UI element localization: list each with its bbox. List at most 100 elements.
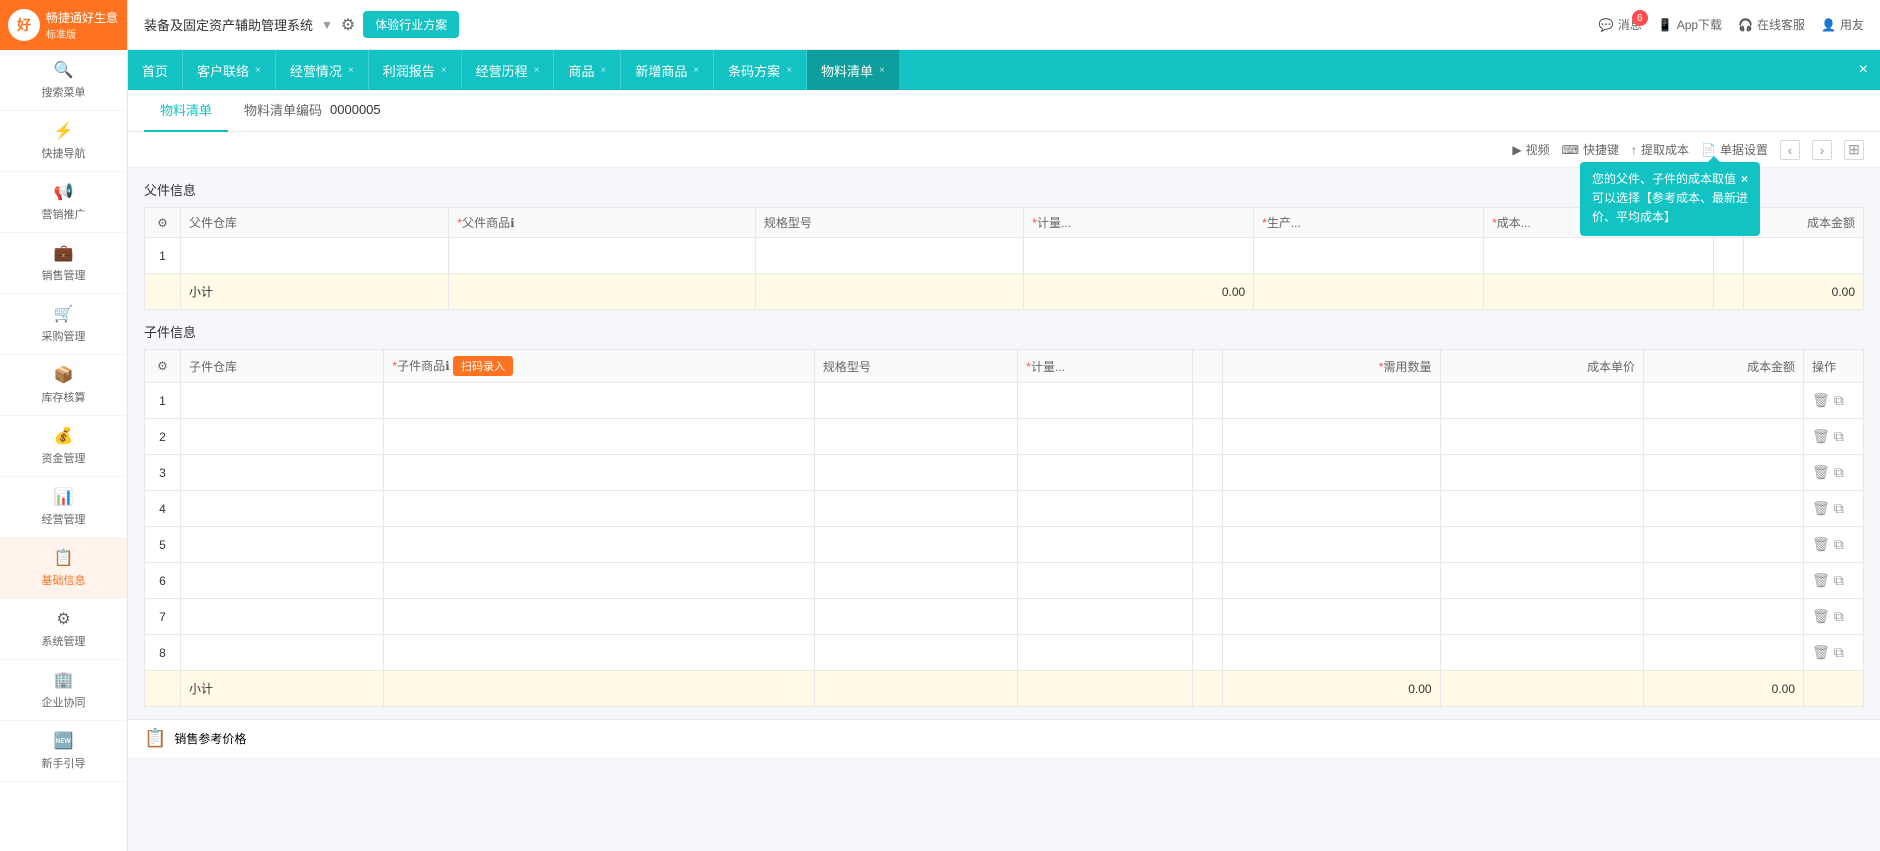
tab-close-all[interactable]: × bbox=[1847, 61, 1880, 79]
sidebar-item-operation[interactable]: 📊 经营管理 bbox=[0, 477, 127, 538]
sidebar-item-search[interactable]: 🔍 搜索菜单 bbox=[0, 50, 127, 111]
tab-home[interactable]: 首页 bbox=[128, 50, 183, 90]
parent-row-1-production[interactable] bbox=[1254, 238, 1484, 274]
child-row-7-cost-unit[interactable] bbox=[1440, 599, 1643, 635]
child-row-3-warehouse[interactable] bbox=[181, 455, 384, 491]
delete-icon-3[interactable]: 🗑 bbox=[1812, 464, 1830, 481]
tab-new-goods[interactable]: 新增商品× bbox=[621, 50, 714, 90]
child-row-8-spec[interactable] bbox=[814, 635, 1017, 671]
child-row-4-cost-unit[interactable] bbox=[1440, 491, 1643, 527]
child-row-6-warehouse[interactable] bbox=[181, 563, 384, 599]
child-row-2-warehouse[interactable] bbox=[181, 419, 384, 455]
app-download-item[interactable]: 📱 App下载 bbox=[1658, 16, 1722, 33]
child-row-4-goods[interactable] bbox=[384, 491, 814, 527]
scroll-right-btn[interactable]: › bbox=[1812, 140, 1832, 160]
delete-icon-8[interactable]: 🗑 bbox=[1812, 644, 1830, 661]
message-item[interactable]: 💬 6 消息 bbox=[1599, 16, 1642, 33]
child-row-3-cost-unit[interactable] bbox=[1440, 455, 1643, 491]
child-row-1-goods[interactable] bbox=[384, 383, 814, 419]
child-row-6-cost-unit[interactable] bbox=[1440, 563, 1643, 599]
scan-button[interactable]: 扫码录入 bbox=[453, 356, 513, 376]
child-row-5-spec[interactable] bbox=[814, 527, 1017, 563]
child-row-2-goods[interactable] bbox=[384, 419, 814, 455]
child-row-8-qty[interactable] bbox=[1222, 635, 1440, 671]
copy-icon-8[interactable]: ⧉ bbox=[1834, 644, 1844, 661]
child-row-1-cost-unit[interactable] bbox=[1440, 383, 1643, 419]
child-row-5-cost-unit[interactable] bbox=[1440, 527, 1643, 563]
dropdown-icon[interactable]: ▼ bbox=[321, 18, 333, 32]
child-row-2-cost-unit[interactable] bbox=[1440, 419, 1643, 455]
sidebar-item-inventory[interactable]: 📦 库存核算 bbox=[0, 355, 127, 416]
child-row-7-warehouse[interactable] bbox=[181, 599, 384, 635]
copy-icon-2[interactable]: ⧉ bbox=[1834, 428, 1844, 445]
child-row-5-goods[interactable] bbox=[384, 527, 814, 563]
parent-row-1-warehouse[interactable] bbox=[181, 238, 449, 274]
child-row-4-spec[interactable] bbox=[814, 491, 1017, 527]
close-goods[interactable]: × bbox=[600, 65, 606, 76]
scroll-left-btn[interactable]: ‹ bbox=[1780, 140, 1800, 160]
try-button[interactable]: 体验行业方案 bbox=[363, 11, 459, 38]
sidebar-item-system[interactable]: ⚙ 系统管理 bbox=[0, 599, 127, 660]
child-row-7-qty[interactable] bbox=[1222, 599, 1440, 635]
child-row-6-spec[interactable] bbox=[814, 563, 1017, 599]
sidebar-item-marketing[interactable]: 📢 营销推广 bbox=[0, 172, 127, 233]
child-row-1-unit[interactable] bbox=[1018, 383, 1192, 419]
close-operation-status[interactable]: × bbox=[348, 65, 354, 76]
delete-icon-5[interactable]: 🗑 bbox=[1812, 536, 1830, 553]
close-operation-history[interactable]: × bbox=[534, 65, 540, 76]
video-tool[interactable]: ▶ 视频 bbox=[1512, 141, 1549, 158]
shortcut-tool[interactable]: ⌨ 快捷键 bbox=[1562, 141, 1619, 158]
sidebar-item-finance[interactable]: 💰 资金管理 bbox=[0, 416, 127, 477]
tooltip-close-button[interactable]: × bbox=[1741, 170, 1748, 189]
child-row-4-unit[interactable] bbox=[1018, 491, 1192, 527]
close-new-goods[interactable]: × bbox=[693, 65, 699, 76]
sub-tab-bom-list[interactable]: 物料清单 bbox=[144, 90, 228, 132]
sidebar-item-sales[interactable]: 💼 销售管理 bbox=[0, 233, 127, 294]
parent-row-1-goods[interactable] bbox=[449, 238, 755, 274]
tab-operation-status[interactable]: 经营情况× bbox=[276, 50, 369, 90]
child-row-5-warehouse[interactable] bbox=[181, 527, 384, 563]
child-row-6-goods[interactable] bbox=[384, 563, 814, 599]
child-row-4-qty[interactable] bbox=[1222, 491, 1440, 527]
tab-bom[interactable]: 物料清单× bbox=[807, 50, 900, 90]
child-row-8-cost-unit[interactable] bbox=[1440, 635, 1643, 671]
tab-barcode[interactable]: 条码方案× bbox=[714, 50, 807, 90]
child-row-8-goods[interactable] bbox=[384, 635, 814, 671]
child-row-7-goods[interactable] bbox=[384, 599, 814, 635]
child-row-3-spec[interactable] bbox=[814, 455, 1017, 491]
child-row-8-warehouse[interactable] bbox=[181, 635, 384, 671]
tab-goods[interactable]: 商品× bbox=[554, 50, 621, 90]
delete-icon-1[interactable]: 🗑 bbox=[1812, 392, 1830, 409]
sidebar-item-enterprise[interactable]: 🏢 企业协同 bbox=[0, 660, 127, 721]
close-bom[interactable]: × bbox=[879, 65, 885, 76]
gear-icon[interactable]: ⚙ bbox=[341, 15, 355, 35]
copy-icon-5[interactable]: ⧉ bbox=[1834, 536, 1844, 553]
close-customer[interactable]: × bbox=[255, 65, 261, 76]
delete-icon-4[interactable]: 🗑 bbox=[1812, 500, 1830, 517]
extract-cost-tool[interactable]: ↑ 提取成本 bbox=[1631, 141, 1689, 158]
child-row-2-spec[interactable] bbox=[814, 419, 1017, 455]
sidebar-item-quick-nav[interactable]: ⚡ 快捷导航 bbox=[0, 111, 127, 172]
child-row-6-qty[interactable] bbox=[1222, 563, 1440, 599]
sidebar-item-guide[interactable]: 🆕 新手引导 bbox=[0, 721, 127, 782]
copy-icon-6[interactable]: ⧉ bbox=[1834, 572, 1844, 589]
parent-row-1-unit[interactable] bbox=[1024, 238, 1254, 274]
child-row-2-qty[interactable] bbox=[1222, 419, 1440, 455]
tab-operation-history[interactable]: 经营历程× bbox=[462, 50, 555, 90]
user-item[interactable]: 👤 用友 bbox=[1821, 16, 1864, 33]
sidebar-item-basic-info[interactable]: 📋 基础信息 bbox=[0, 538, 127, 599]
copy-icon-7[interactable]: ⧉ bbox=[1834, 608, 1844, 625]
close-barcode[interactable]: × bbox=[786, 65, 792, 76]
child-row-5-unit[interactable] bbox=[1018, 527, 1192, 563]
delete-icon-7[interactable]: 🗑 bbox=[1812, 608, 1830, 625]
child-row-3-unit[interactable] bbox=[1018, 455, 1192, 491]
close-profit-report[interactable]: × bbox=[441, 65, 447, 76]
child-row-2-unit[interactable] bbox=[1018, 419, 1192, 455]
child-row-5-qty[interactable] bbox=[1222, 527, 1440, 563]
child-row-3-goods[interactable] bbox=[384, 455, 814, 491]
online-support-item[interactable]: 🎧 在线客服 bbox=[1738, 16, 1805, 33]
child-row-7-unit[interactable] bbox=[1018, 599, 1192, 635]
delete-icon-2[interactable]: 🗑 bbox=[1812, 428, 1830, 445]
child-row-7-spec[interactable] bbox=[814, 599, 1017, 635]
parent-row-1-cost[interactable] bbox=[1484, 238, 1714, 274]
